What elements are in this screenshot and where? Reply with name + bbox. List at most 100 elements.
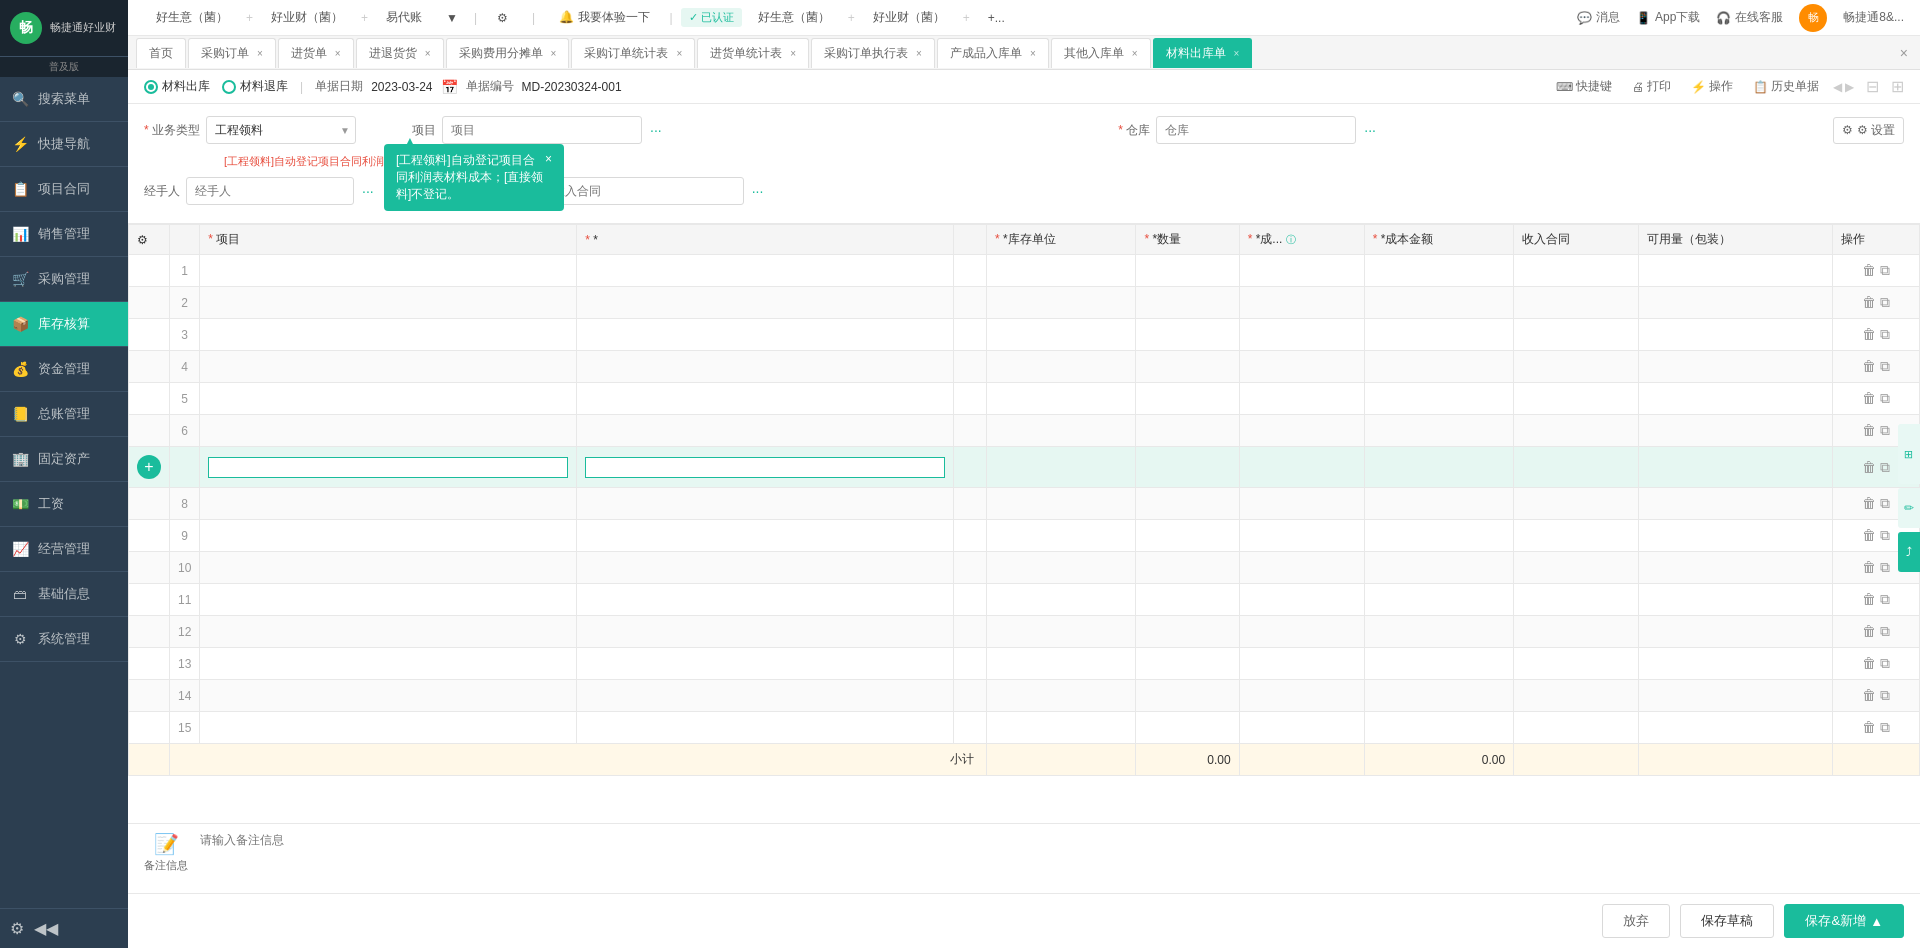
top-nav-good-fin2[interactable]: 好业财（菌） [861,5,957,30]
copy-row-icon[interactable]: ⧉ [1880,422,1890,439]
tab-bar-close-button[interactable]: × [1896,41,1912,65]
active-cell-input[interactable] [208,457,568,478]
warehouse-input[interactable] [1156,116,1356,144]
top-nav-good-biz2[interactable]: 好生意（菌） [746,5,842,30]
delete-row-icon[interactable]: 🗑 [1862,459,1876,476]
delete-row-icon[interactable]: 🗑 [1862,294,1876,311]
radio-material-out[interactable]: 材料出库 [144,78,210,95]
copy-row-icon[interactable]: ⧉ [1880,527,1890,544]
sidebar-item-assets[interactable]: 🏢 固定资产 [0,437,128,482]
collapse-icon[interactable]: ◀◀ [34,919,58,938]
tab-goods-return[interactable]: 进退货货 × [356,38,444,68]
sidebar-item-salary[interactable]: 💵 工资 [0,482,128,527]
top-nav-more[interactable]: +... [976,7,1017,29]
business-type-select[interactable]: 工程领料 [206,116,356,144]
settings-button[interactable]: ⚙ ⚙ 设置 [1833,117,1904,144]
delete-row-icon[interactable]: 🗑 [1862,655,1876,672]
table-settings-header[interactable]: ⚙ [129,225,170,255]
copy-row-icon[interactable]: ⧉ [1880,559,1890,576]
tab-close-purchase-exec[interactable]: × [916,48,922,59]
tab-close-material-out[interactable]: × [1234,48,1240,59]
sidebar-item-quick[interactable]: ⚡ 快捷导航 [0,122,128,167]
grid-view-icon[interactable]: ⊞ [1891,77,1904,96]
tab-close-purchase-expense[interactable]: × [551,48,557,59]
delete-row-icon[interactable]: 🗑 [1862,527,1876,544]
add-row-button[interactable]: + [137,455,161,479]
calendar-icon[interactable]: 📅 [441,79,458,95]
copy-row-icon[interactable]: ⧉ [1880,459,1890,476]
tab-other-receipt[interactable]: 其他入库单 × [1051,38,1151,68]
copy-row-icon[interactable]: ⧉ [1880,495,1890,512]
warehouse-more-icon[interactable]: ··· [1364,122,1376,138]
tab-home[interactable]: 首页 [136,38,186,68]
gear-settings-icon[interactable]: ⚙ [485,7,520,29]
delete-row-icon[interactable]: 🗑 [1862,495,1876,512]
save-new-button[interactable]: 保存&新增 ▲ [1784,904,1904,938]
copy-row-icon[interactable]: ⧉ [1880,262,1890,279]
tab-finished-goods[interactable]: 产成品入库单 × [937,38,1049,68]
sidebar-item-inventory[interactable]: 📦 库存核算 [0,302,128,347]
tab-close-finished-goods[interactable]: × [1030,48,1036,59]
sidebar-item-purchase[interactable]: 🛒 采购管理 [0,257,128,302]
operation-button[interactable]: ⚡ 操作 [1685,76,1739,97]
top-nav-easy-agent[interactable]: 易代账 [374,5,434,30]
handler-more-icon[interactable]: ··· [362,183,374,199]
delete-row-icon[interactable]: 🗑 [1862,358,1876,375]
sidebar-item-basic[interactable]: 🗃 基础信息 [0,572,128,617]
copy-row-icon[interactable]: ⧉ [1880,655,1890,672]
copy-row-icon[interactable]: ⧉ [1880,294,1890,311]
copy-row-icon[interactable]: ⧉ [1880,390,1890,407]
top-nav-good-business[interactable]: 好生意（菌） [144,5,240,30]
tab-goods-receipt[interactable]: 进货单 × [278,38,354,68]
tab-close-goods-return[interactable]: × [425,48,431,59]
income-contract-input[interactable] [544,177,744,205]
settings-icon[interactable]: ⚙ [10,919,24,938]
copy-row-icon[interactable]: ⧉ [1880,719,1890,736]
list-view-icon[interactable]: ⊟ [1866,77,1879,96]
tab-close-purchase-stats[interactable]: × [676,48,682,59]
sidebar-item-search[interactable]: 🔍 搜索菜单 [0,77,128,122]
note-input[interactable] [200,832,1904,882]
history-button[interactable]: 📋 历史单据 [1747,76,1825,97]
delete-row-icon[interactable]: 🗑 [1862,390,1876,407]
sidebar-item-system[interactable]: ⚙ 系统管理 [0,617,128,662]
tab-purchase-exec[interactable]: 采购订单执行表 × [811,38,935,68]
tab-purchase-stats[interactable]: 采购订单统计表 × [571,38,695,68]
copy-row-icon[interactable]: ⧉ [1880,623,1890,640]
handler-input[interactable] [186,177,354,205]
sidebar-item-ledger[interactable]: 📒 总账管理 [0,392,128,437]
cell-project-1[interactable] [200,255,577,287]
top-nav-experience[interactable]: 🔔 我要体验一下 [547,5,661,30]
project-input[interactable] [442,116,642,144]
right-float-icon-1[interactable]: ⊞ [1898,424,1920,484]
delete-row-icon[interactable]: 🗑 [1862,559,1876,576]
project-more-icon[interactable]: ··· [650,122,662,138]
radio-material-back[interactable]: 材料退库 [222,78,288,95]
save-draft-button[interactable]: 保存草稿 [1680,904,1774,938]
message-button[interactable]: 💬 消息 [1577,9,1620,26]
print-button[interactable]: 🖨 打印 [1626,76,1677,97]
copy-row-icon[interactable]: ⧉ [1880,326,1890,343]
delete-row-icon[interactable]: 🗑 [1862,719,1876,736]
delete-row-icon[interactable]: 🗑 [1862,687,1876,704]
tab-material-out[interactable]: 材料出库单 × [1153,38,1253,68]
delete-row-icon[interactable]: 🗑 [1862,262,1876,279]
shortcut-key-button[interactable]: ⌨ 快捷键 [1550,76,1618,97]
delete-row-icon[interactable]: 🗑 [1862,422,1876,439]
sidebar-item-sales[interactable]: 📊 销售管理 [0,212,128,257]
tab-goods-stats[interactable]: 进货单统计表 × [697,38,809,68]
top-nav-good-finance[interactable]: 好业财（菌） [259,5,355,30]
income-contract-more-icon[interactable]: ··· [752,183,764,199]
tab-close-goods-stats[interactable]: × [790,48,796,59]
delete-row-icon[interactable]: 🗑 [1862,623,1876,640]
active-cell-input-2[interactable] [585,457,945,478]
user-avatar[interactable]: 畅 [1799,4,1827,32]
tab-close-goods-receipt[interactable]: × [335,48,341,59]
app-download-button[interactable]: 📱 App下载 [1636,9,1700,26]
tab-close-purchase-order[interactable]: × [257,48,263,59]
sidebar-item-contract[interactable]: 📋 项目合同 [0,167,128,212]
online-service-button[interactable]: 🎧 在线客服 [1716,9,1783,26]
discard-button[interactable]: 放弃 [1602,904,1670,938]
right-float-icon-3[interactable]: ⤴ [1898,532,1920,572]
copy-row-icon[interactable]: ⧉ [1880,687,1890,704]
